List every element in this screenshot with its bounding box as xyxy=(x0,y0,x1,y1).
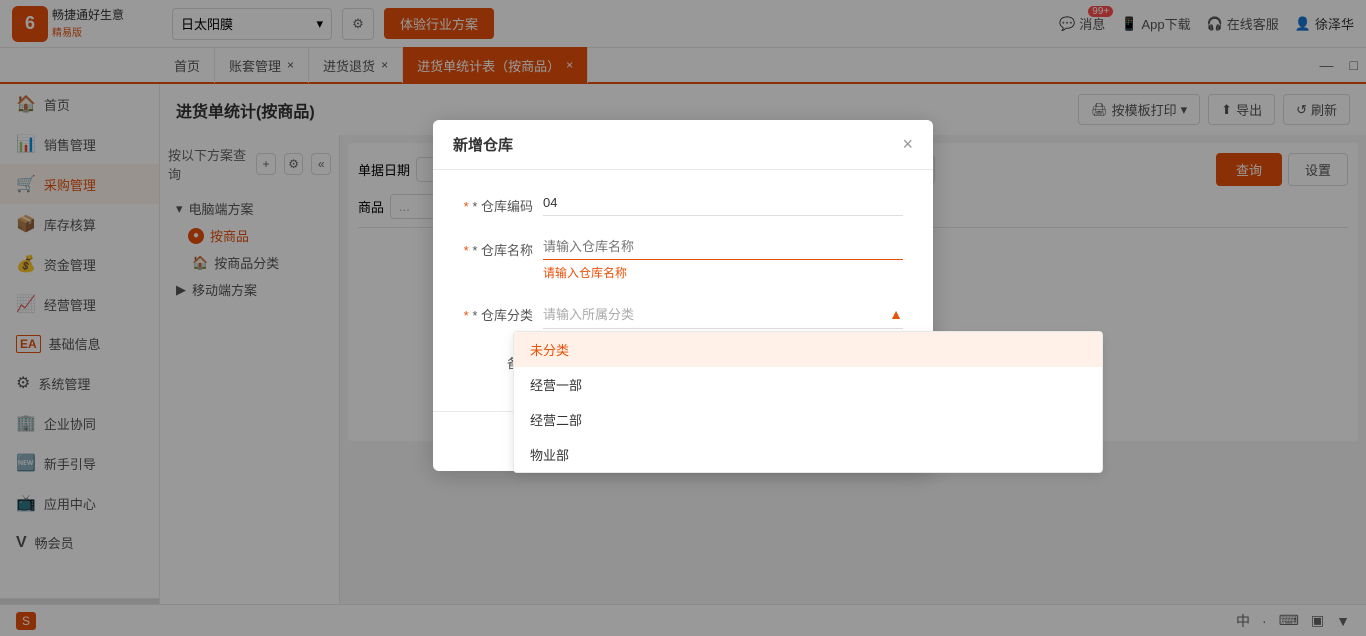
category-label: * * 仓库分类 xyxy=(463,299,543,324)
modal-header: 新增仓库 × xyxy=(433,120,933,170)
dropdown-item-3[interactable]: 物业部 xyxy=(514,437,1102,472)
name-label: * * 仓库名称 xyxy=(463,234,543,259)
dropdown-item-1[interactable]: 经营一部 xyxy=(514,367,1102,402)
category-field: 请输入所属分类 ▲ 未分类 经营一部 经营二部 物业部 xyxy=(543,299,903,329)
form-row-category: * * 仓库分类 请输入所属分类 ▲ 未分类 经营一部 经营二部 物业部 xyxy=(463,299,903,329)
dropdown-item-0[interactable]: 未分类 xyxy=(514,332,1102,367)
category-input[interactable]: 请输入所属分类 ▲ xyxy=(543,299,903,329)
modal-title: 新增仓库 xyxy=(453,134,513,155)
dropdown-item-2[interactable]: 经营二部 xyxy=(514,402,1102,437)
name-error-msg: 请输入仓库名称 xyxy=(543,264,903,281)
form-row-name: * * 仓库名称 请输入仓库名称 xyxy=(463,234,903,281)
modal-body: * * 仓库编码 * * 仓库名称 请输入仓库名称 * * 仓库分类 xyxy=(433,170,933,411)
form-row-code: * * 仓库编码 xyxy=(463,190,903,216)
code-label: * * 仓库编码 xyxy=(463,190,543,215)
name-input[interactable] xyxy=(543,234,903,260)
new-warehouse-modal: 新增仓库 × * * 仓库编码 * * 仓库名称 请输入仓库名称 xyxy=(433,120,933,471)
modal-close-button[interactable]: × xyxy=(902,134,913,155)
category-dropdown-list: 未分类 经营一部 经营二部 物业部 xyxy=(513,331,1103,473)
dropdown-arrow-icon: ▲ xyxy=(889,306,903,322)
code-input[interactable] xyxy=(543,190,903,216)
code-field xyxy=(543,190,903,216)
category-placeholder: 请输入所属分类 xyxy=(543,304,634,323)
modal-overlay[interactable]: 新增仓库 × * * 仓库编码 * * 仓库名称 请输入仓库名称 xyxy=(0,0,1366,636)
name-field: 请输入仓库名称 xyxy=(543,234,903,281)
